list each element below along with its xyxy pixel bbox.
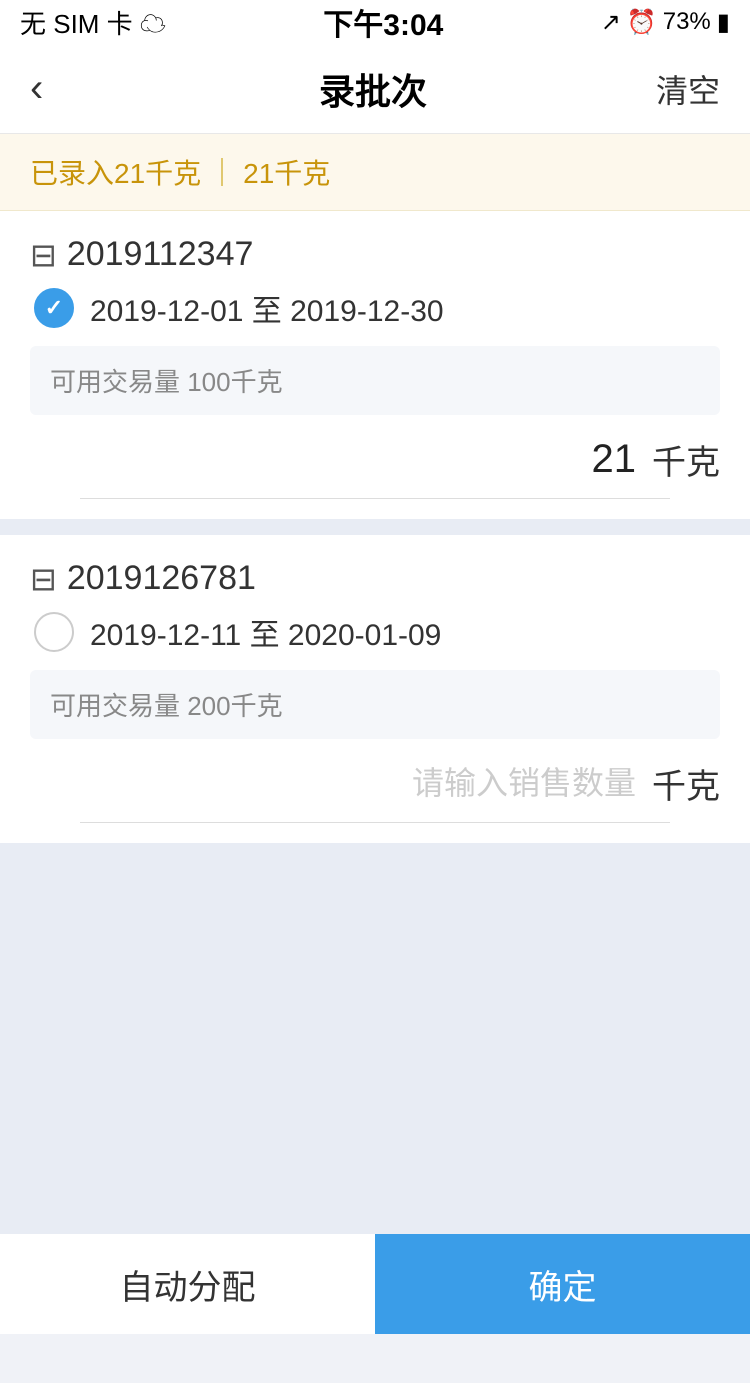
batch1-date-row: 2019-12-01 至 2019-12-30 <box>30 286 720 330</box>
page-title: 录批次 <box>319 63 427 115</box>
batch2-input-row: 千克 <box>0 739 750 808</box>
batch1-qty-unit: 千克 <box>652 435 720 484</box>
info-amount: 21千克 <box>243 152 330 192</box>
batch1-id: 2019112347 <box>67 235 254 274</box>
info-label: 已录入21千克 <box>30 152 201 192</box>
status-right: ↗ ⏰ 73% ▮ <box>601 8 730 37</box>
section-gap-1 <box>0 519 750 535</box>
batch1-avail-text: 可用交易量 100千克 <box>50 367 283 397</box>
battery-label: 73% <box>663 8 711 36</box>
batch2-header: ⊟ 2019126781 <box>30 559 720 598</box>
batch-item-1: ⊟ 2019112347 2019-12-01 至 2019-12-30 可用交… <box>0 211 750 415</box>
location-icon: ↗ <box>601 8 621 37</box>
info-divider <box>221 158 223 186</box>
batch2-date-row: 2019-12-11 至 2020-01-09 <box>30 610 720 654</box>
status-bar: 无 SIM 卡 ☁ 下午3:04 ↗ ⏰ 73% ▮ <box>0 0 750 44</box>
back-button[interactable]: ‹ <box>30 66 90 111</box>
batch2-radio[interactable] <box>34 612 74 652</box>
batch2-avail-text: 可用交易量 200千克 <box>50 691 283 721</box>
batch1-divider <box>80 498 670 499</box>
batch1-header: ⊟ 2019112347 <box>30 235 720 274</box>
batch2-icon: ⊟ <box>30 560 57 598</box>
batch-item-2: ⊟ 2019126781 2019-12-11 至 2020-01-09 可用交… <box>0 535 750 739</box>
status-time: 下午3:04 <box>323 0 443 44</box>
alarm-icon: ⏰ <box>627 8 657 37</box>
batch2-id: 2019126781 <box>67 559 256 598</box>
batch2-avail: 可用交易量 200千克 <box>30 670 720 739</box>
clear-button[interactable]: 清空 <box>656 66 720 112</box>
batch1-radio[interactable] <box>34 288 74 328</box>
batch2-date: 2019-12-11 至 2020-01-09 <box>90 610 441 654</box>
bottom-bar: 自动分配 确定 <box>0 1234 750 1334</box>
auto-distribute-button[interactable]: 自动分配 <box>0 1234 375 1334</box>
info-banner: 已录入21千克 21千克 <box>0 134 750 211</box>
batch2-qty-input[interactable] <box>336 765 636 802</box>
batch1-qty-value: 21 <box>592 437 637 482</box>
batch1-qty-row: 21 千克 <box>0 415 750 484</box>
batch1-date: 2019-12-01 至 2019-12-30 <box>90 286 444 330</box>
batch1-avail: 可用交易量 100千克 <box>30 346 720 415</box>
batch2-unit: 千克 <box>652 759 720 808</box>
batch2-underline <box>80 822 670 823</box>
confirm-button[interactable]: 确定 <box>375 1234 750 1334</box>
sim-label: 无 SIM 卡 ☁ <box>20 4 166 41</box>
gray-area <box>0 843 750 1283</box>
status-left: 无 SIM 卡 ☁ <box>20 4 166 41</box>
nav-bar: ‹ 录批次 清空 <box>0 44 750 134</box>
battery-icon: ▮ <box>717 8 730 37</box>
batch1-icon: ⊟ <box>30 236 57 274</box>
